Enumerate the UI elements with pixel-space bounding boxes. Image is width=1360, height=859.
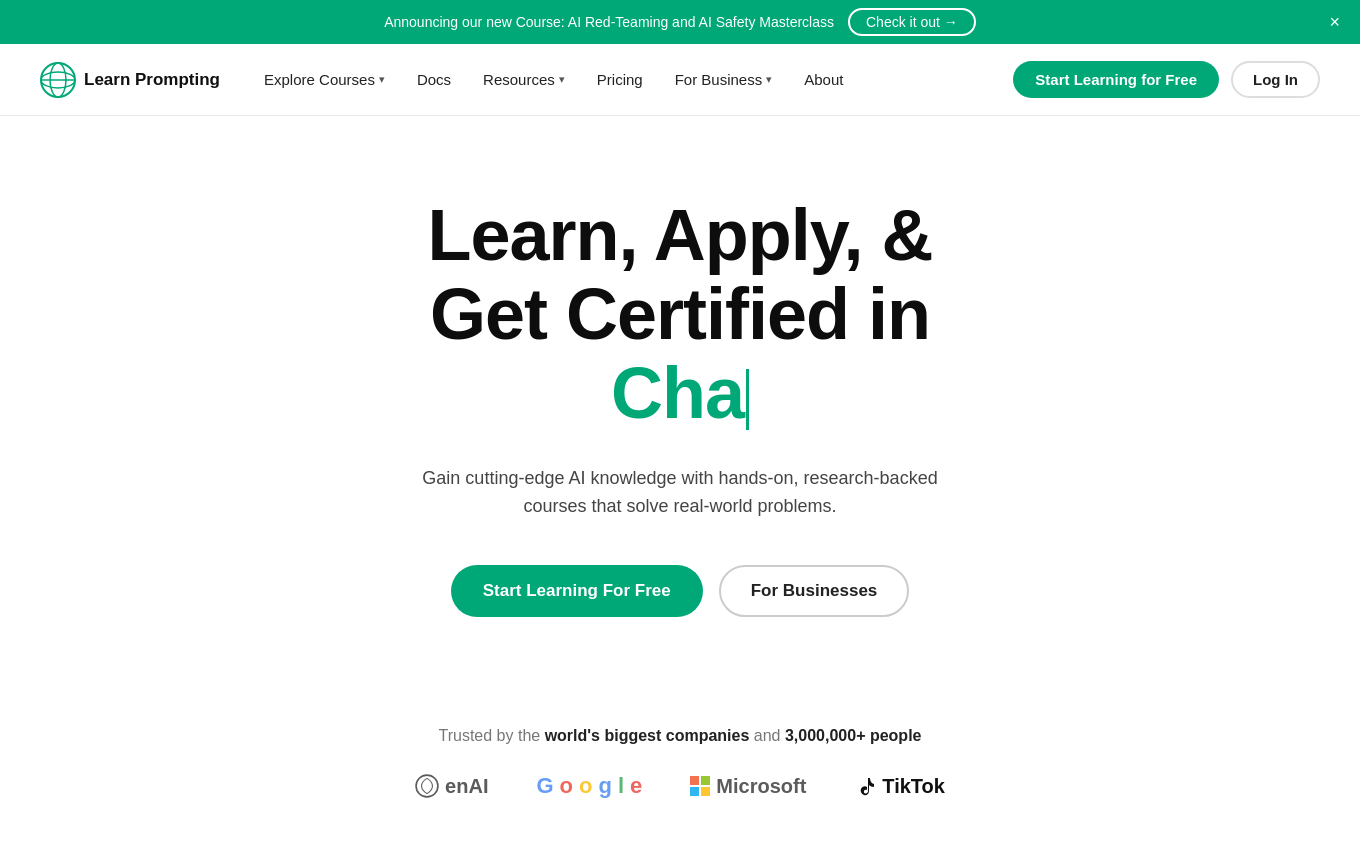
banner-text: Announcing our new Course: AI Red-Teamin… xyxy=(384,14,834,30)
hero-buttons: Start Learning For Free For Businesses xyxy=(451,565,910,617)
hero-start-button[interactable]: Start Learning For Free xyxy=(451,565,703,617)
google-logo: Google xyxy=(536,773,642,799)
microsoft-icon xyxy=(690,776,710,796)
openai-icon xyxy=(415,774,439,798)
chevron-down-icon: ▾ xyxy=(559,73,565,86)
nav-docs[interactable]: Docs xyxy=(403,63,465,96)
microsoft-logo: Microsoft xyxy=(690,775,806,798)
nav-pricing[interactable]: Pricing xyxy=(583,63,657,96)
hero-business-button[interactable]: For Businesses xyxy=(719,565,910,617)
typing-cursor xyxy=(746,369,749,430)
nav-for-business[interactable]: For Business ▾ xyxy=(661,63,787,96)
nav-resources[interactable]: Resources ▾ xyxy=(469,63,579,96)
tiktok-logo: TikTok xyxy=(854,775,945,798)
hero-animated-text: Cha xyxy=(611,353,749,433)
nav-actions: Start Learning for Free Log In xyxy=(1013,61,1320,98)
chevron-down-icon: ▾ xyxy=(766,73,772,86)
hero-subtitle: Gain cutting-edge AI knowledge with hand… xyxy=(410,464,950,522)
nav-logo-text: Learn Prompting xyxy=(84,70,220,90)
openai-text: enAI xyxy=(445,775,488,798)
trust-logos: enAI Google Microsoft TikTok xyxy=(415,773,945,799)
hero-section: Learn, Apply, & Get Certified in Cha Gai… xyxy=(0,116,1360,677)
navbar: Learn Prompting Explore Courses ▾ Docs R… xyxy=(0,44,1360,116)
openai-logo: enAI xyxy=(415,774,488,798)
chevron-down-icon: ▾ xyxy=(379,73,385,86)
logo-icon xyxy=(40,62,76,98)
nav-about[interactable]: About xyxy=(790,63,857,96)
nav-login-button[interactable]: Log In xyxy=(1231,61,1320,98)
trust-section: Trusted by the world's biggest companies… xyxy=(0,677,1360,859)
hero-title: Learn, Apply, & Get Certified in Cha xyxy=(427,196,932,434)
trust-text: Trusted by the world's biggest companies… xyxy=(439,727,922,745)
nav-explore-courses[interactable]: Explore Courses ▾ xyxy=(250,63,399,96)
banner-close-button[interactable]: × xyxy=(1329,13,1340,31)
nav-logo[interactable]: Learn Prompting xyxy=(40,62,220,98)
tiktok-icon xyxy=(854,775,876,797)
banner-cta-button[interactable]: Check it out → xyxy=(848,8,976,36)
announcement-banner: Announcing our new Course: AI Red-Teamin… xyxy=(0,0,1360,44)
nav-links: Explore Courses ▾ Docs Resources ▾ Prici… xyxy=(250,63,1013,96)
microsoft-text: Microsoft xyxy=(716,775,806,798)
tiktok-text: TikTok xyxy=(882,775,945,798)
nav-start-button[interactable]: Start Learning for Free xyxy=(1013,61,1219,98)
